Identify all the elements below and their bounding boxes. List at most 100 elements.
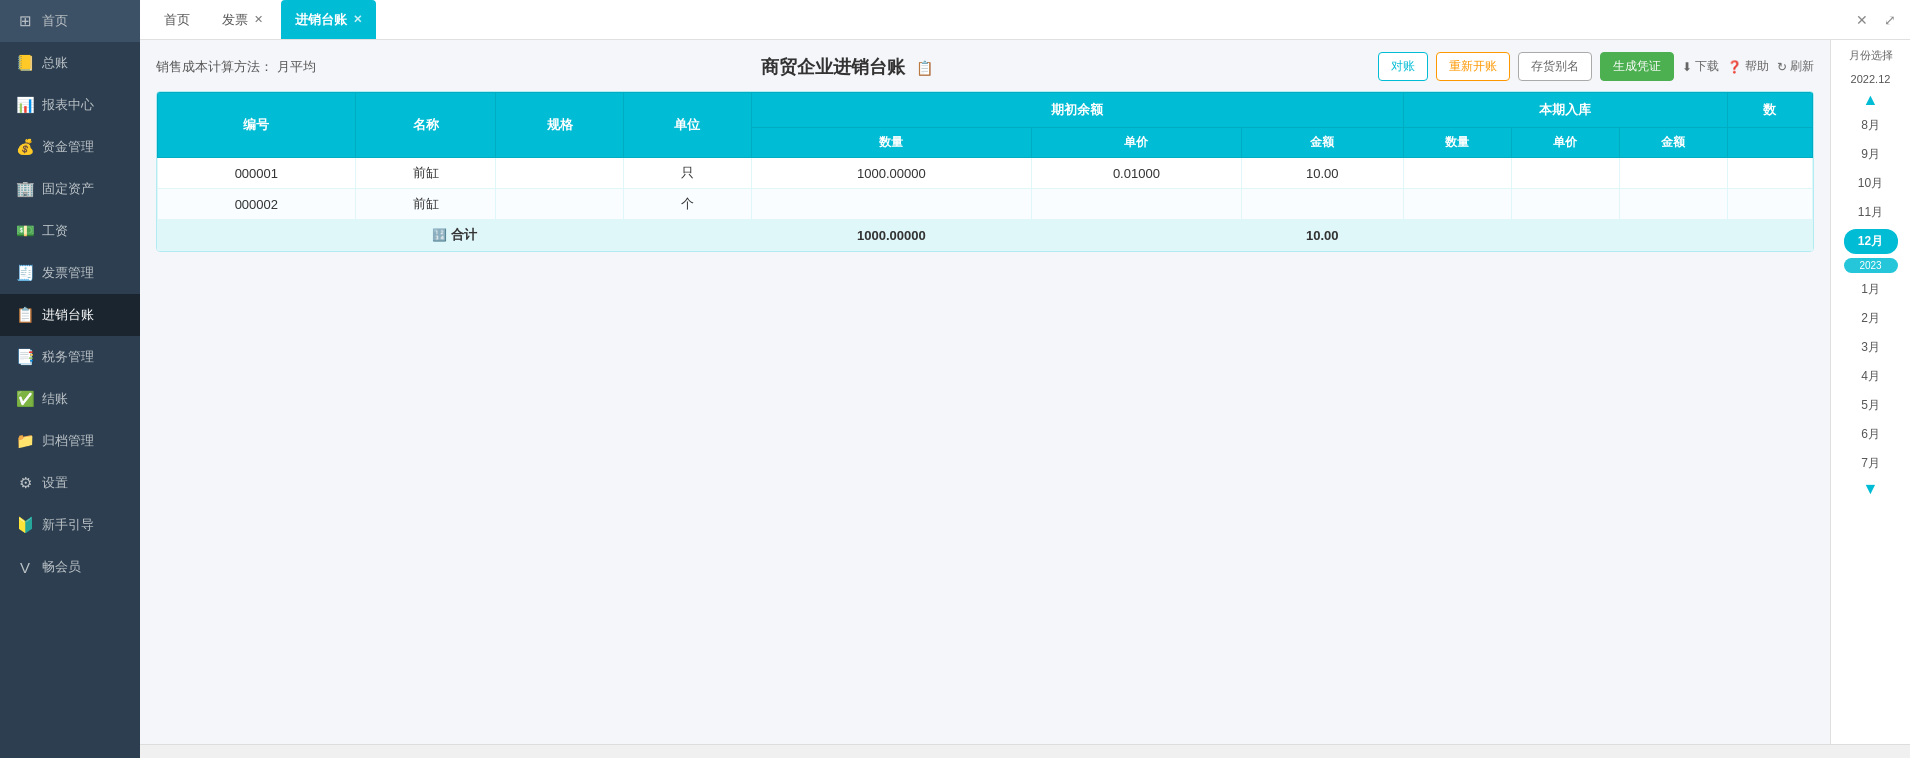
home-icon: ⊞ xyxy=(16,12,34,30)
col-in-amount: 金额 xyxy=(1619,128,1727,158)
salary-icon: 💵 xyxy=(16,222,34,240)
sidebar-item-home[interactable]: ⊞ 首页 xyxy=(0,0,140,42)
cell-ob-qty: 1000.00000 xyxy=(751,158,1031,189)
month-item-1[interactable]: 1月 xyxy=(1844,277,1898,302)
title-row: 销售成本计算方法： 月平均 商贸企业进销台账 📋 对账 重新开账 存货别名 生成… xyxy=(156,52,1814,81)
month-item-3[interactable]: 3月 xyxy=(1844,335,1898,360)
reopen-button[interactable]: 重新开账 xyxy=(1436,52,1510,81)
month-item-12[interactable]: 12月 xyxy=(1844,229,1898,254)
month-item-11[interactable]: 11月 xyxy=(1844,200,1898,225)
vip-icon: V xyxy=(16,559,34,576)
cell-in-qty xyxy=(1403,158,1511,189)
fixed-assets-icon: 🏢 xyxy=(16,180,34,198)
archive-icon: 📁 xyxy=(16,432,34,450)
cell-ob-amount xyxy=(1241,189,1403,220)
cell-unit: 个 xyxy=(624,189,752,220)
total-in-qty xyxy=(1403,220,1511,251)
col-in-price: 单价 xyxy=(1511,128,1619,158)
sidebar-item-archive-management[interactable]: 📁 归档管理 xyxy=(0,420,140,462)
report-icon: 📊 xyxy=(16,96,34,114)
download-button[interactable]: ⬇ 下载 xyxy=(1682,58,1719,75)
cell-code: 000002 xyxy=(158,189,356,220)
ledger-table: 编号 名称 规格 单位 期初余额 本期入库 数 数量 单价 金额 数 xyxy=(157,92,1813,251)
cell-extra xyxy=(1727,189,1812,220)
sidebar-item-vip[interactable]: V 畅会员 xyxy=(0,546,140,588)
tab-invoice[interactable]: 发票 ✕ xyxy=(208,0,277,39)
main-content: 首页 发票 ✕ 进销台账 ✕ ✕ ⤢ 销售成本计算方法： 月平均 商贸企业进销台… xyxy=(140,0,1910,758)
help-button[interactable]: ❓ 帮助 xyxy=(1727,58,1769,75)
col-unit: 单位 xyxy=(624,93,752,158)
refresh-button[interactable]: ↻ 刷新 xyxy=(1777,58,1814,75)
month-item-7[interactable]: 7月 xyxy=(1844,451,1898,476)
sidebar-item-fixed-assets[interactable]: 🏢 固定资产 xyxy=(0,168,140,210)
tab-home[interactable]: 首页 xyxy=(150,0,204,39)
table-row: 000002 前缸 个 xyxy=(158,189,1813,220)
cell-name: 前缸 xyxy=(355,189,496,220)
sidebar-item-invoice-management[interactable]: 🧾 发票管理 xyxy=(0,252,140,294)
tab-invoice-close[interactable]: ✕ xyxy=(254,13,263,26)
table-wrapper: 编号 名称 规格 单位 期初余额 本期入库 数 数量 单价 金额 数 xyxy=(156,91,1814,252)
sidebar-item-checkout[interactable]: ✅ 结账 xyxy=(0,378,140,420)
bottom-scrollbar[interactable] xyxy=(140,744,1910,758)
month-item-5[interactable]: 5月 xyxy=(1844,393,1898,418)
checkout-icon: ✅ xyxy=(16,390,34,408)
month-item-8[interactable]: 8月 xyxy=(1844,113,1898,138)
sidebar-item-tax-management[interactable]: 📑 税务管理 xyxy=(0,336,140,378)
cell-in-amount xyxy=(1619,189,1727,220)
guide-icon: 🔰 xyxy=(16,516,34,534)
cell-code: 000001 xyxy=(158,158,356,189)
page-title: 商贸企业进销台账 📋 xyxy=(324,55,1370,79)
col-extra-sub xyxy=(1727,128,1812,158)
cell-ob-amount: 10.00 xyxy=(1241,158,1403,189)
toolbar: 对账 重新开账 存货别名 生成凭证 ⬇ 下载 ❓ 帮助 ↻ 刷新 xyxy=(1378,52,1814,81)
month-up-arrow[interactable]: ▲ xyxy=(1863,89,1879,111)
total-ob-price xyxy=(1032,220,1241,251)
total-ob-amount: 10.00 xyxy=(1241,220,1403,251)
col-in-qty: 数量 xyxy=(1403,128,1511,158)
cell-spec xyxy=(496,158,624,189)
month-down-arrow[interactable]: ▼ xyxy=(1863,478,1879,500)
help-icon: ❓ xyxy=(1727,60,1742,74)
cell-in-price xyxy=(1511,189,1619,220)
total-label-cell: 🔢 合计 xyxy=(158,220,752,251)
tab-ledger[interactable]: 进销台账 ✕ xyxy=(281,0,376,39)
cell-ob-price: 0.01000 xyxy=(1032,158,1241,189)
sidebar-item-purchase-sales-ledger[interactable]: 📋 进销台账 xyxy=(0,294,140,336)
year-2022-label: 2022.12 xyxy=(1851,73,1891,85)
cell-name: 前缸 xyxy=(355,158,496,189)
tax-icon: 📑 xyxy=(16,348,34,366)
page-container: 销售成本计算方法： 月平均 商贸企业进销台账 📋 对账 重新开账 存货别名 生成… xyxy=(140,40,1910,744)
col-ob-price: 单价 xyxy=(1032,128,1241,158)
cell-in-qty xyxy=(1403,189,1511,220)
cell-in-price xyxy=(1511,158,1619,189)
sidebar-item-fund-management[interactable]: 💰 资金管理 xyxy=(0,126,140,168)
ledger-icon: 📒 xyxy=(16,54,34,72)
table-row: 000001 前缸 只 1000.00000 0.01000 10.00 xyxy=(158,158,1813,189)
col-opening-balance: 期初余额 xyxy=(751,93,1403,128)
month-item-9[interactable]: 9月 xyxy=(1844,142,1898,167)
month-item-6[interactable]: 6月 xyxy=(1844,422,1898,447)
sidebar-item-salary[interactable]: 💵 工资 xyxy=(0,210,140,252)
cell-unit: 只 xyxy=(624,158,752,189)
col-name: 名称 xyxy=(355,93,496,158)
reconcile-button[interactable]: 对账 xyxy=(1378,52,1428,81)
sidebar-item-report-center[interactable]: 📊 报表中心 xyxy=(0,84,140,126)
page-content: 销售成本计算方法： 月平均 商贸企业进销台账 📋 对账 重新开账 存货别名 生成… xyxy=(140,40,1830,744)
generate-voucher-button[interactable]: 生成凭证 xyxy=(1600,52,1674,81)
cell-spec xyxy=(496,189,624,220)
month-item-2[interactable]: 2月 xyxy=(1844,306,1898,331)
cell-ob-qty xyxy=(751,189,1031,220)
title-icon: 📋 xyxy=(916,60,933,76)
window-close-button[interactable]: ✕ xyxy=(1852,10,1872,30)
sidebar-item-general-ledger[interactable]: 📒 总账 xyxy=(0,42,140,84)
tab-ledger-close[interactable]: ✕ xyxy=(353,13,362,26)
month-item-4[interactable]: 4月 xyxy=(1844,364,1898,389)
refresh-icon: ↻ xyxy=(1777,60,1787,74)
total-ob-qty: 1000.00000 xyxy=(751,220,1031,251)
total-in-amount xyxy=(1619,220,1727,251)
sidebar-item-guide[interactable]: 🔰 新手引导 xyxy=(0,504,140,546)
window-maximize-button[interactable]: ⤢ xyxy=(1880,10,1900,30)
sidebar-item-settings[interactable]: ⚙ 设置 xyxy=(0,462,140,504)
save-alias-button[interactable]: 存货别名 xyxy=(1518,52,1592,81)
month-item-10[interactable]: 10月 xyxy=(1844,171,1898,196)
